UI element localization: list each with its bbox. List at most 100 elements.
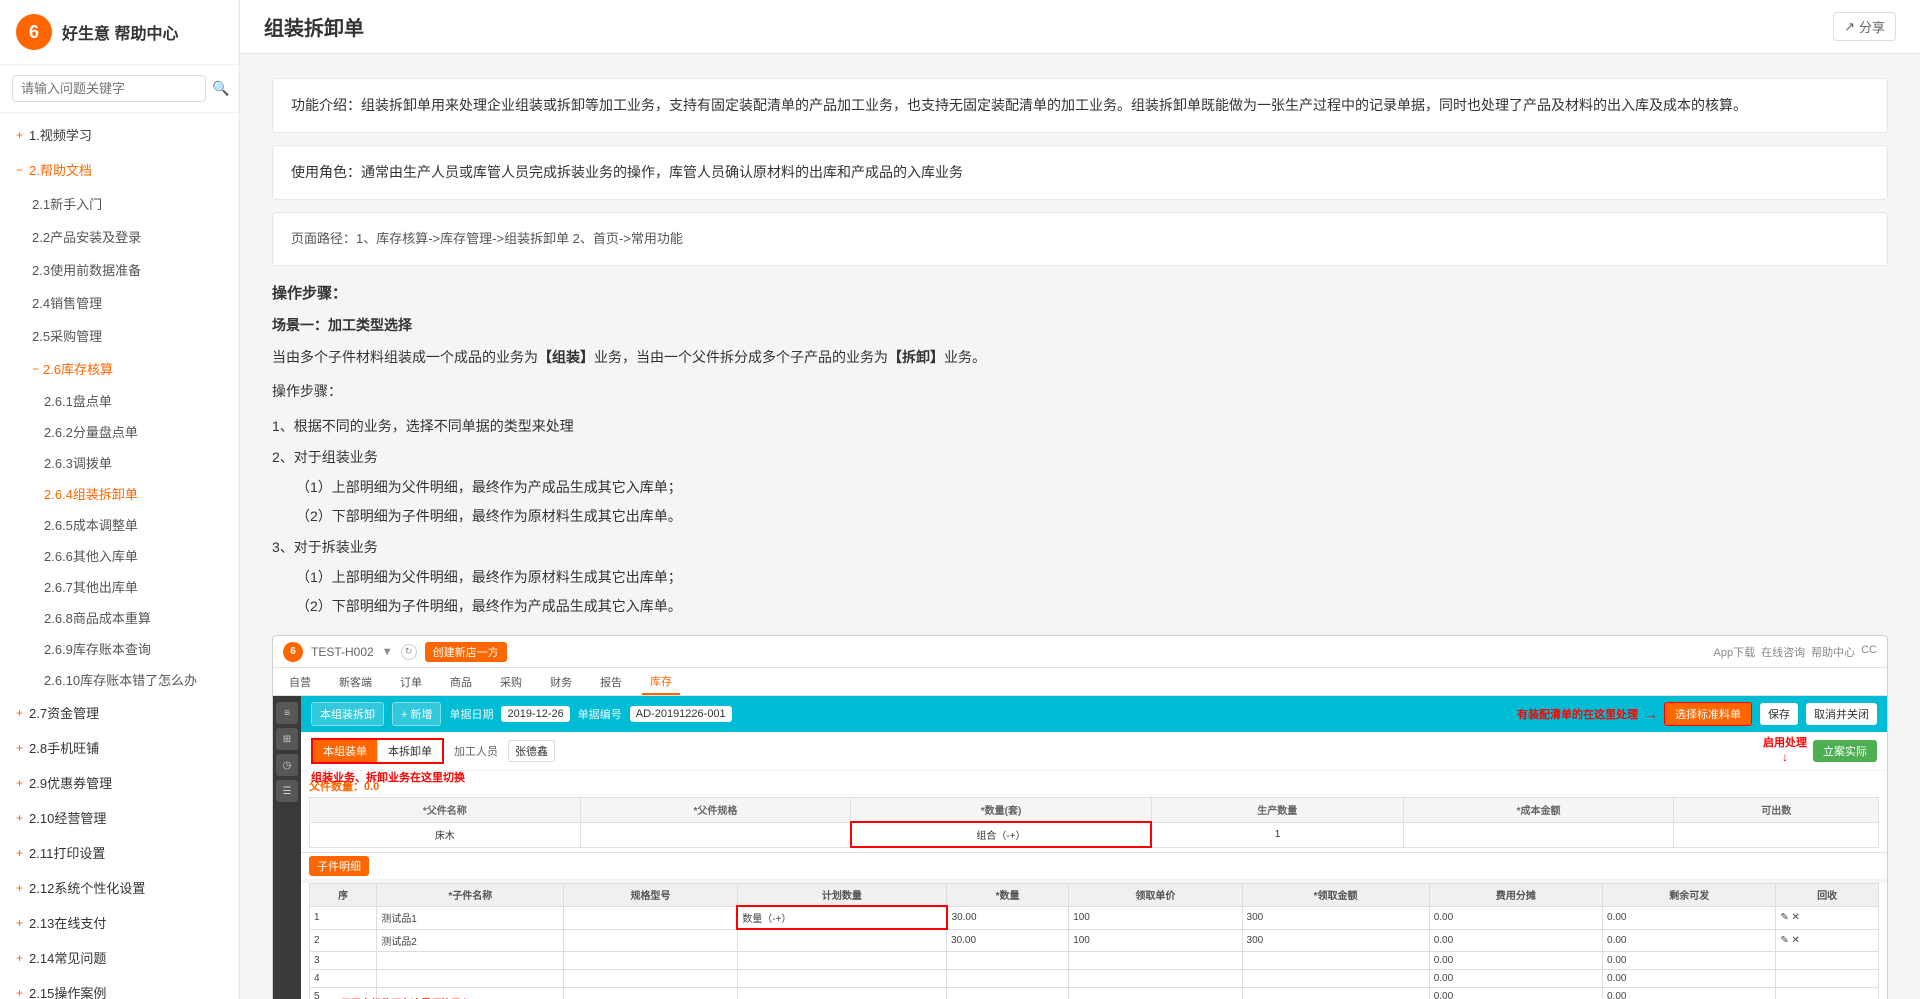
sidebar-item-cases[interactable]: + 2.15操作案例 xyxy=(0,975,239,999)
row2-name[interactable]: 测试品2 xyxy=(377,929,564,951)
worker-value[interactable]: 张德鑫 xyxy=(508,740,555,762)
row1-name[interactable]: 测试品1 xyxy=(377,906,564,929)
row1-action[interactable]: ✎ ✕ xyxy=(1776,906,1879,929)
new-store-btn[interactable]: 创建新店一方 xyxy=(425,642,507,662)
tab-finance[interactable]: 财务 xyxy=(542,670,580,694)
row2-spec[interactable] xyxy=(564,929,737,951)
online-support-link[interactable]: 在线咨询 xyxy=(1761,644,1805,660)
nav-icon-2[interactable]: ⊞ xyxy=(276,728,298,750)
row4-spec[interactable] xyxy=(564,969,737,987)
row1-spec[interactable] xyxy=(564,906,737,929)
save-btn[interactable]: 保存 xyxy=(1760,703,1798,725)
nav-icon-3[interactable]: ◷ xyxy=(276,754,298,776)
sidebar-item-coupon[interactable]: + 2.9优惠券管理 xyxy=(0,765,239,800)
row3-action[interactable] xyxy=(1776,951,1879,969)
nav-icon-1[interactable]: ≡ xyxy=(276,702,298,724)
tab-report[interactable]: 报告 xyxy=(592,670,630,694)
row4-plan[interactable] xyxy=(737,969,946,987)
bill-value[interactable]: AD-20191226-001 xyxy=(630,706,732,722)
sidebar-item-video[interactable]: + 1.视频学习 xyxy=(0,117,239,152)
row3-actual[interactable] xyxy=(947,951,1069,969)
sidebar-item-s8[interactable]: 2.6.8商品成本重算 xyxy=(0,602,239,633)
sidebar-item-print[interactable]: + 2.11打印设置 xyxy=(0,835,239,870)
sidebar-item-mgmt[interactable]: + 2.10经营管理 xyxy=(0,800,239,835)
tab-order[interactable]: 订单 xyxy=(392,670,430,694)
sidebar-item-s10[interactable]: 2.6.10库存账本错了怎么办 xyxy=(0,664,239,695)
date-value[interactable]: 2019-12-26 xyxy=(501,706,569,722)
row5-total[interactable] xyxy=(1242,987,1429,999)
sidebar-item-faq[interactable]: + 2.14常见问题 xyxy=(0,940,239,975)
row2-plan[interactable] xyxy=(737,929,946,951)
share-button[interactable]: ↗ 分享 xyxy=(1833,12,1896,41)
search-icon[interactable]: 🔍 xyxy=(212,80,229,97)
tab-self[interactable]: 自营 xyxy=(281,670,319,694)
row4-actual[interactable] xyxy=(947,969,1069,987)
sidebar-sub-sales[interactable]: 2.4销售管理 xyxy=(0,286,239,319)
sidebar-item-docs[interactable]: − 2.帮助文档 xyxy=(0,152,239,187)
row1-actual[interactable]: 30.00 xyxy=(947,906,1069,929)
sidebar-sub-purchase[interactable]: 2.5采购管理 xyxy=(0,319,239,352)
row2-actual[interactable]: 30.00 xyxy=(947,929,1069,951)
tab-purchase[interactable]: 采购 xyxy=(492,670,530,694)
sidebar-item-finance[interactable]: + 2.7资金管理 xyxy=(0,695,239,730)
row4-total[interactable] xyxy=(1242,969,1429,987)
search-input[interactable] xyxy=(12,75,206,102)
row5-actual[interactable] xyxy=(947,987,1069,999)
tab-stock[interactable]: 库存 xyxy=(642,669,680,695)
sidebar-item-s9[interactable]: 2.6.9库存账本查询 xyxy=(0,633,239,664)
sidebar-sub-new[interactable]: 2.1新手入门 xyxy=(0,187,239,220)
row4-action[interactable] xyxy=(1776,969,1879,987)
sidebar-item-label: 2.帮助文档 xyxy=(29,160,92,179)
type-selector[interactable]: 本组装单 本拆卸单 xyxy=(311,738,444,764)
sidebar-item-s6[interactable]: 2.6.6其他入库单 xyxy=(0,540,239,571)
row5-spec[interactable] xyxy=(564,987,737,999)
row4-name[interactable] xyxy=(377,969,564,987)
row2-total[interactable]: 300 xyxy=(1242,929,1429,951)
tool-btn-new[interactable]: + 新增 xyxy=(392,702,441,726)
parent-name-cell[interactable]: 床木 xyxy=(310,822,581,847)
sidebar-item-mobile[interactable]: + 2.8手机旺铺 xyxy=(0,730,239,765)
sidebar-item-s7[interactable]: 2.6.7其他出库单 xyxy=(0,571,239,602)
sidebar-item-s1[interactable]: 2.6.1盘点单 xyxy=(0,385,239,416)
row2-unit[interactable]: 100 xyxy=(1069,929,1242,951)
enable-process-btn[interactable]: 立案实际 xyxy=(1813,740,1877,762)
cancel-btn[interactable]: 取消并关闭 xyxy=(1806,703,1877,725)
row3-spec[interactable] xyxy=(564,951,737,969)
produce-qty-cell[interactable]: 1 xyxy=(1151,822,1403,847)
row3-name[interactable] xyxy=(377,951,564,969)
cost-cell[interactable] xyxy=(1403,822,1674,847)
row2-action[interactable]: ✎ ✕ xyxy=(1776,929,1879,951)
row3-total[interactable] xyxy=(1242,951,1429,969)
sidebar-sub-data[interactable]: 2.3使用前数据准备 xyxy=(0,253,239,286)
standard-bill-btn[interactable]: 选择标准料单 xyxy=(1664,702,1752,726)
tool-btn-type[interactable]: 本组装拆卸 xyxy=(311,702,384,726)
parent-spec-cell[interactable] xyxy=(580,822,851,847)
tab-new-client[interactable]: 新客端 xyxy=(331,670,380,694)
row3-unit[interactable] xyxy=(1069,951,1242,969)
row3-plan[interactable] xyxy=(737,951,946,969)
help-link[interactable]: 帮助中心 xyxy=(1811,644,1855,660)
row1-unit[interactable]: 100 xyxy=(1069,906,1242,929)
sidebar-item-s2[interactable]: 2.6.2分量盘点单 xyxy=(0,416,239,447)
sidebar-item-s4[interactable]: 2.6.4组装拆卸单 xyxy=(0,478,239,509)
tab-goods[interactable]: 商品 xyxy=(442,670,480,694)
type-assembly-btn[interactable]: 本组装单 xyxy=(313,740,377,762)
row1-total[interactable]: 300 xyxy=(1242,906,1429,929)
sidebar-item-s3[interactable]: 2.6.3调拨单 xyxy=(0,447,239,478)
row5-plan[interactable] xyxy=(737,987,946,999)
type-disassembly-btn[interactable]: 本拆卸单 xyxy=(377,740,442,762)
sidebar-item-pay[interactable]: + 2.13在线支付 xyxy=(0,905,239,940)
sidebar-item-finance-label: 2.7资金管理 xyxy=(29,703,99,722)
qty-cell[interactable]: 组合（-+） xyxy=(851,822,1151,847)
sidebar-sub-install[interactable]: 2.2产品安装及登录 xyxy=(0,220,239,253)
sidebar-sub-stock[interactable]: − 2.6库存核算 xyxy=(0,352,239,385)
row1-plan[interactable]: 数量（-+） xyxy=(737,906,946,929)
row4-unit[interactable] xyxy=(1069,969,1242,987)
nav-icon-4[interactable]: ☰ xyxy=(276,780,298,802)
search-box[interactable]: 🔍 xyxy=(0,65,239,113)
row5-action[interactable] xyxy=(1776,987,1879,999)
app-download-link[interactable]: App下载 xyxy=(1714,644,1756,660)
sidebar-item-s5[interactable]: 2.6.5成本调整单 xyxy=(0,509,239,540)
sidebar-item-custom[interactable]: + 2.12系统个性化设置 xyxy=(0,870,239,905)
row5-unit[interactable] xyxy=(1069,987,1242,999)
